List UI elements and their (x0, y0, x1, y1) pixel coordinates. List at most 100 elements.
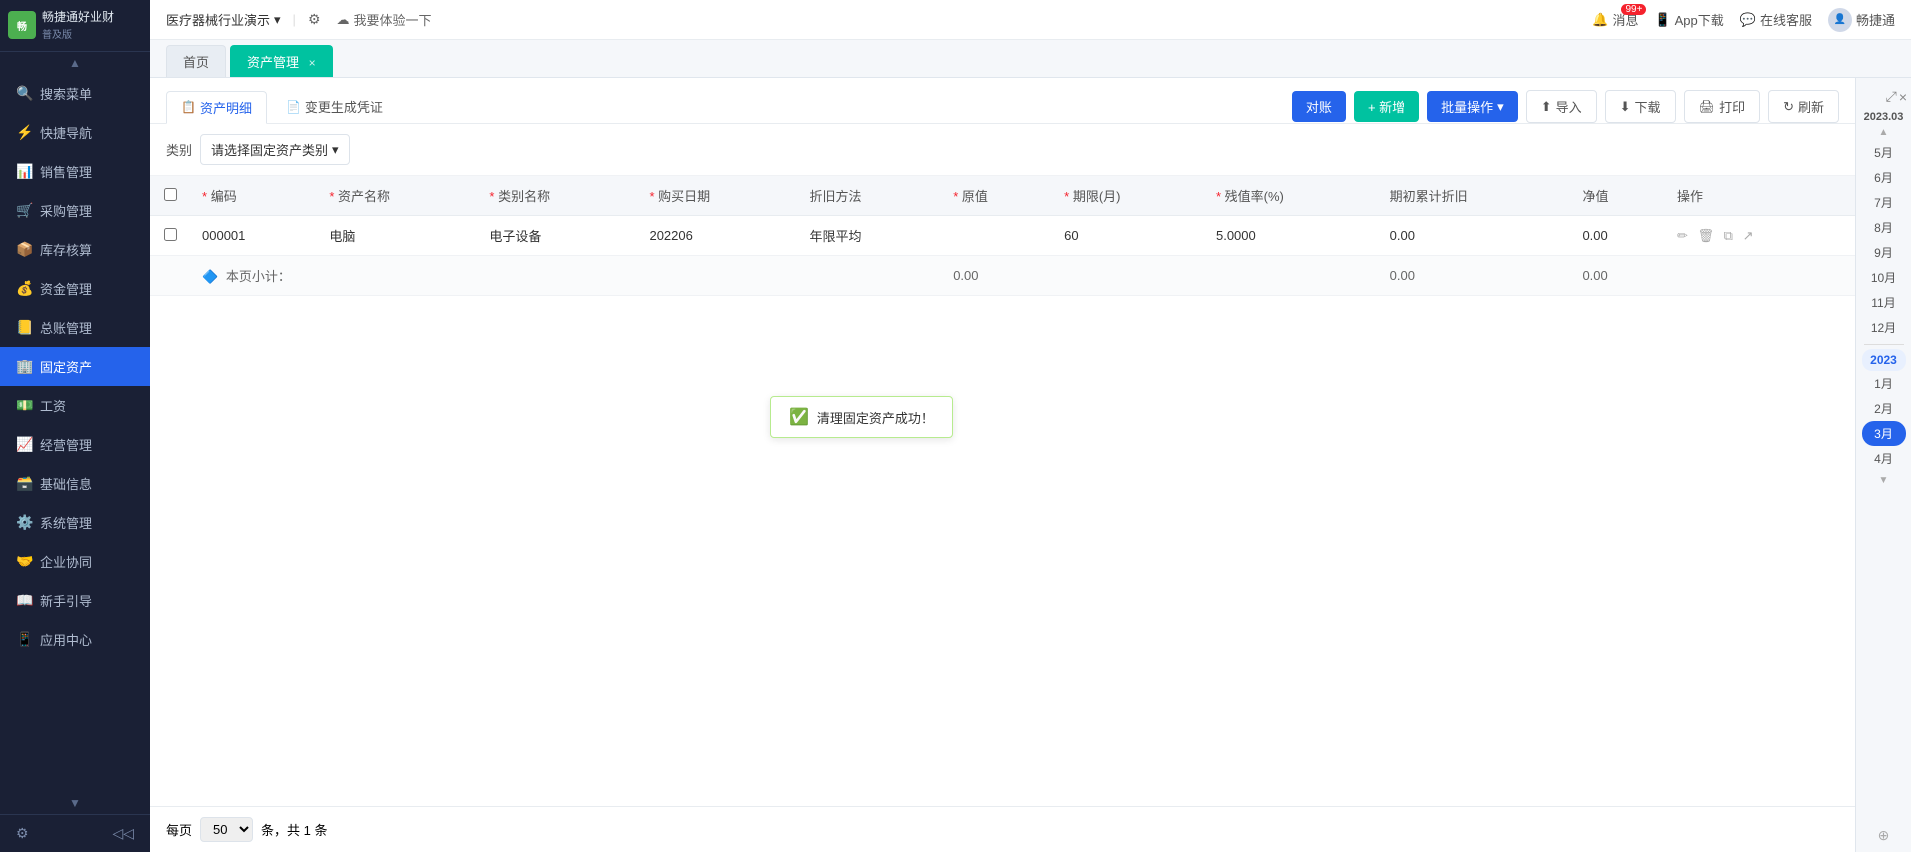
batch-arrow-icon: ▾ (1497, 99, 1504, 115)
sidebar-item-search[interactable]: 🔍 搜索菜单 (0, 74, 150, 113)
page-content: 📋 资产明细 📄 变更生成凭证 对账 + 新增 批量操作 ▾ (150, 78, 1855, 852)
new-button[interactable]: + 新增 (1354, 91, 1419, 122)
row-checkbox[interactable] (164, 228, 177, 241)
sidebar-item-label: 工资 (40, 396, 66, 415)
month-oct[interactable]: 10月 (1862, 265, 1906, 290)
sidebar-item-sales[interactable]: 📊 销售管理 (0, 152, 150, 191)
print-icon: 🖨 (1699, 99, 1716, 115)
company-selector[interactable]: 医疗器械行业演示 ▾ (166, 10, 281, 29)
sidebar-item-basic-info[interactable]: 🗃️ 基础信息 (0, 464, 150, 503)
sidebar-item-label: 企业协同 (40, 552, 92, 571)
month-apr-2023[interactable]: 4月 (1862, 446, 1906, 471)
sidebar-item-operations[interactable]: 📈 经营管理 (0, 425, 150, 464)
total-info: 条，共 1 条 (261, 820, 327, 839)
experience-button[interactable]: ☁ 我要体验一下 (337, 10, 432, 29)
refresh-button[interactable]: ↻ 刷新 (1768, 90, 1839, 123)
download-button[interactable]: ⬇ 下载 (1605, 90, 1676, 123)
delete-icon[interactable]: 🗑 (1698, 228, 1715, 243)
sidebar-item-finance[interactable]: 💰 资金管理 (0, 269, 150, 308)
tab-asset-management[interactable]: 资产管理 × (230, 45, 333, 77)
month-jul[interactable]: 7月 (1862, 190, 1906, 215)
print-button[interactable]: 🖨 打印 (1684, 90, 1761, 123)
reconcile-button[interactable]: 对账 (1292, 91, 1346, 122)
month-aug[interactable]: 8月 (1862, 215, 1906, 240)
month-jan-2023[interactable]: 1月 (1862, 371, 1906, 396)
new-button-label: + 新增 (1368, 97, 1405, 116)
subtotal-label-cell: 🔷 本页小计： (190, 256, 941, 296)
month-nov[interactable]: 11月 (1862, 290, 1906, 315)
company-name: 医疗器械行业演示 (166, 10, 270, 29)
batch-button[interactable]: 批量操作 ▾ (1427, 91, 1518, 122)
cell-net-value: 0.00 (1570, 216, 1665, 256)
panel-up-arrow[interactable]: ▲ (1879, 127, 1889, 138)
col-net-value: 净值 (1570, 176, 1665, 216)
month-sep[interactable]: 9月 (1862, 240, 1906, 265)
sidebar-item-system[interactable]: ⚙️ 系统管理 (0, 503, 150, 542)
bell-icon: 🔔 (1592, 12, 1608, 28)
tab-home[interactable]: 首页 (166, 45, 226, 77)
subtotal-icon: 🔷 (202, 269, 218, 284)
sidebar-scroll-up[interactable]: ▲ (0, 52, 150, 74)
collapse-icon[interactable]: ◁◁ (112, 825, 134, 842)
logo-text: 畅 (17, 18, 27, 33)
table-row: 000001 电脑 电子设备 202206 年限平均 60 5.0000 0.0… (150, 216, 1855, 256)
month-feb-2023[interactable]: 2月 (1862, 396, 1906, 421)
edit-icon[interactable]: ✏ (1677, 228, 1688, 243)
cell-period: 60 (1052, 216, 1204, 256)
download-icon: ⬇ (1620, 99, 1631, 115)
user-menu[interactable]: 👤 畅捷通 (1828, 8, 1895, 32)
app-download-button[interactable]: 📱 App下载 (1654, 10, 1723, 29)
inventory-icon: 📦 (16, 241, 32, 258)
sidebar-item-label: 固定资产 (40, 357, 92, 376)
sidebar-item-ledger[interactable]: 📒 总账管理 (0, 308, 150, 347)
subtotal-empty-3 (1204, 256, 1378, 296)
sidebar-item-quick-nav[interactable]: ⚡ 快捷导航 (0, 113, 150, 152)
sidebar-item-inventory[interactable]: 📦 库存核算 (0, 230, 150, 269)
subtotal-net: 0.00 (1570, 256, 1665, 296)
more-icon[interactable]: ↗ (1743, 228, 1754, 243)
settings-icon[interactable]: ⚙ (16, 825, 29, 842)
sidebar-item-guide[interactable]: 📖 新手引导 (0, 581, 150, 620)
subtotal-empty-2 (1052, 256, 1204, 296)
sidebar-item-salary[interactable]: 💵 工资 (0, 386, 150, 425)
sidebar-item-app-center[interactable]: 📱 应用中心 (0, 620, 150, 659)
select-all-checkbox[interactable] (164, 188, 177, 201)
tab-close-icon[interactable]: × (309, 56, 316, 70)
notifications-button[interactable]: 🔔 消息 99+ (1592, 10, 1638, 29)
topbar-divider: | (293, 12, 296, 27)
sidebar-item-cooperation[interactable]: 🤝 企业协同 (0, 542, 150, 581)
month-jun[interactable]: 6月 (1862, 165, 1906, 190)
right-panel-header: ⤢ × (1856, 86, 1911, 107)
panel-down-arrow[interactable]: ▼ (1879, 475, 1889, 486)
sidebar-scroll-down[interactable]: ▼ (0, 792, 150, 814)
month-may[interactable]: 5月 (1862, 140, 1906, 165)
category-select[interactable]: 请选择固定资产类别 ▾ (200, 134, 350, 165)
sub-tab-asset-detail[interactable]: 📋 资产明细 (166, 91, 267, 124)
download-label: 下载 (1635, 97, 1661, 116)
right-panel-close-icon[interactable]: × (1899, 89, 1907, 105)
export-button[interactable]: ⬆ 导入 (1526, 90, 1597, 123)
app-title-group: 畅捷通好业财 普及版 (42, 10, 114, 41)
company-settings-icon[interactable]: ⚙ (308, 11, 321, 28)
batch-label: 批量操作 (1441, 97, 1493, 116)
category-label: 类别 (166, 140, 192, 159)
copy-icon[interactable]: ⧉ (1724, 228, 1733, 243)
per-page-select[interactable]: 50 (200, 817, 253, 842)
month-dec[interactable]: 12月 (1862, 315, 1906, 340)
sidebar-item-label: 库存核算 (40, 240, 92, 259)
user-name: 畅捷通 (1856, 10, 1895, 29)
filter-bar: 类别 请选择固定资产类别 ▾ (150, 124, 1855, 176)
panel-bottom-icon[interactable]: ⊕ (1878, 827, 1890, 852)
avatar: 👤 (1828, 8, 1852, 32)
month-mar-2023[interactable]: 3月 (1862, 421, 1906, 446)
customer-service-button[interactable]: 💬 在线客服 (1740, 10, 1812, 29)
change-voucher-icon: 📄 (286, 100, 301, 114)
year-2023-label[interactable]: 2023 (1862, 349, 1906, 371)
tab-asset-label: 资产管理 (247, 55, 299, 70)
guide-icon: 📖 (16, 592, 32, 609)
sidebar-item-fixed-assets[interactable]: 🏢 固定资产 (0, 347, 150, 386)
sidebar-item-label: 应用中心 (40, 630, 92, 649)
sub-tab-change-voucher[interactable]: 📄 变更生成凭证 (271, 90, 398, 123)
sidebar-item-purchase[interactable]: 🛒 采购管理 (0, 191, 150, 230)
right-panel-expand-icon[interactable]: ⤢ (1886, 88, 1897, 105)
